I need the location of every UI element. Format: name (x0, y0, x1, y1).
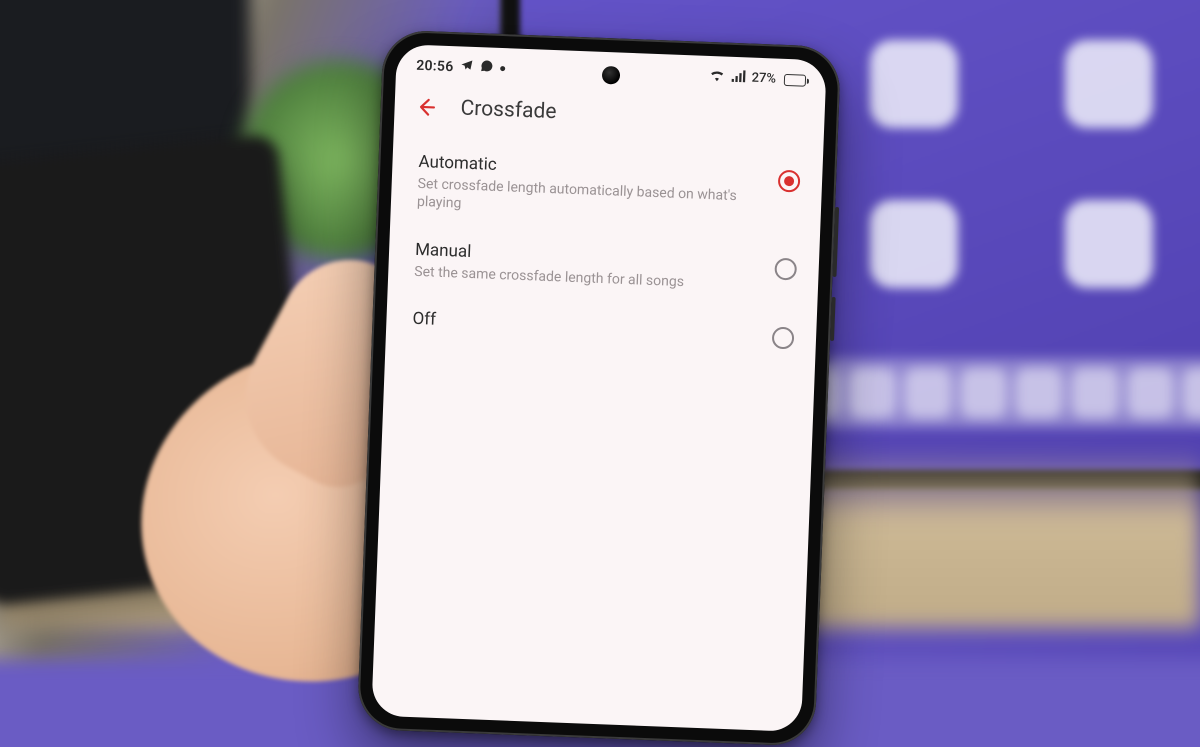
radio-selected-icon[interactable] (778, 170, 801, 193)
message-icon (480, 59, 494, 76)
status-left: 20:56 (416, 57, 506, 77)
status-time: 20:56 (416, 57, 454, 74)
arrow-left-icon (414, 96, 437, 119)
option-automatic[interactable]: Automatic Set crossfade length automatic… (390, 137, 823, 241)
telegram-icon (460, 58, 474, 75)
status-right: 27% (708, 68, 806, 88)
option-title: Off (412, 309, 755, 342)
battery-icon (782, 73, 806, 86)
background-tablet (0, 133, 322, 606)
phone-screen: 20:56 27% (371, 44, 826, 732)
wifi-icon (708, 68, 725, 85)
page-title: Crossfade (460, 96, 557, 124)
battery-percent: 27% (751, 71, 776, 87)
notification-dot-icon (500, 66, 505, 71)
background-monitor-icons (870, 40, 1190, 300)
signal-icon (730, 69, 746, 86)
back-button[interactable] (412, 94, 439, 121)
radio-unselected-icon[interactable] (772, 327, 795, 350)
radio-unselected-icon[interactable] (774, 258, 797, 281)
phone-frame: 20:56 27% (357, 29, 842, 746)
